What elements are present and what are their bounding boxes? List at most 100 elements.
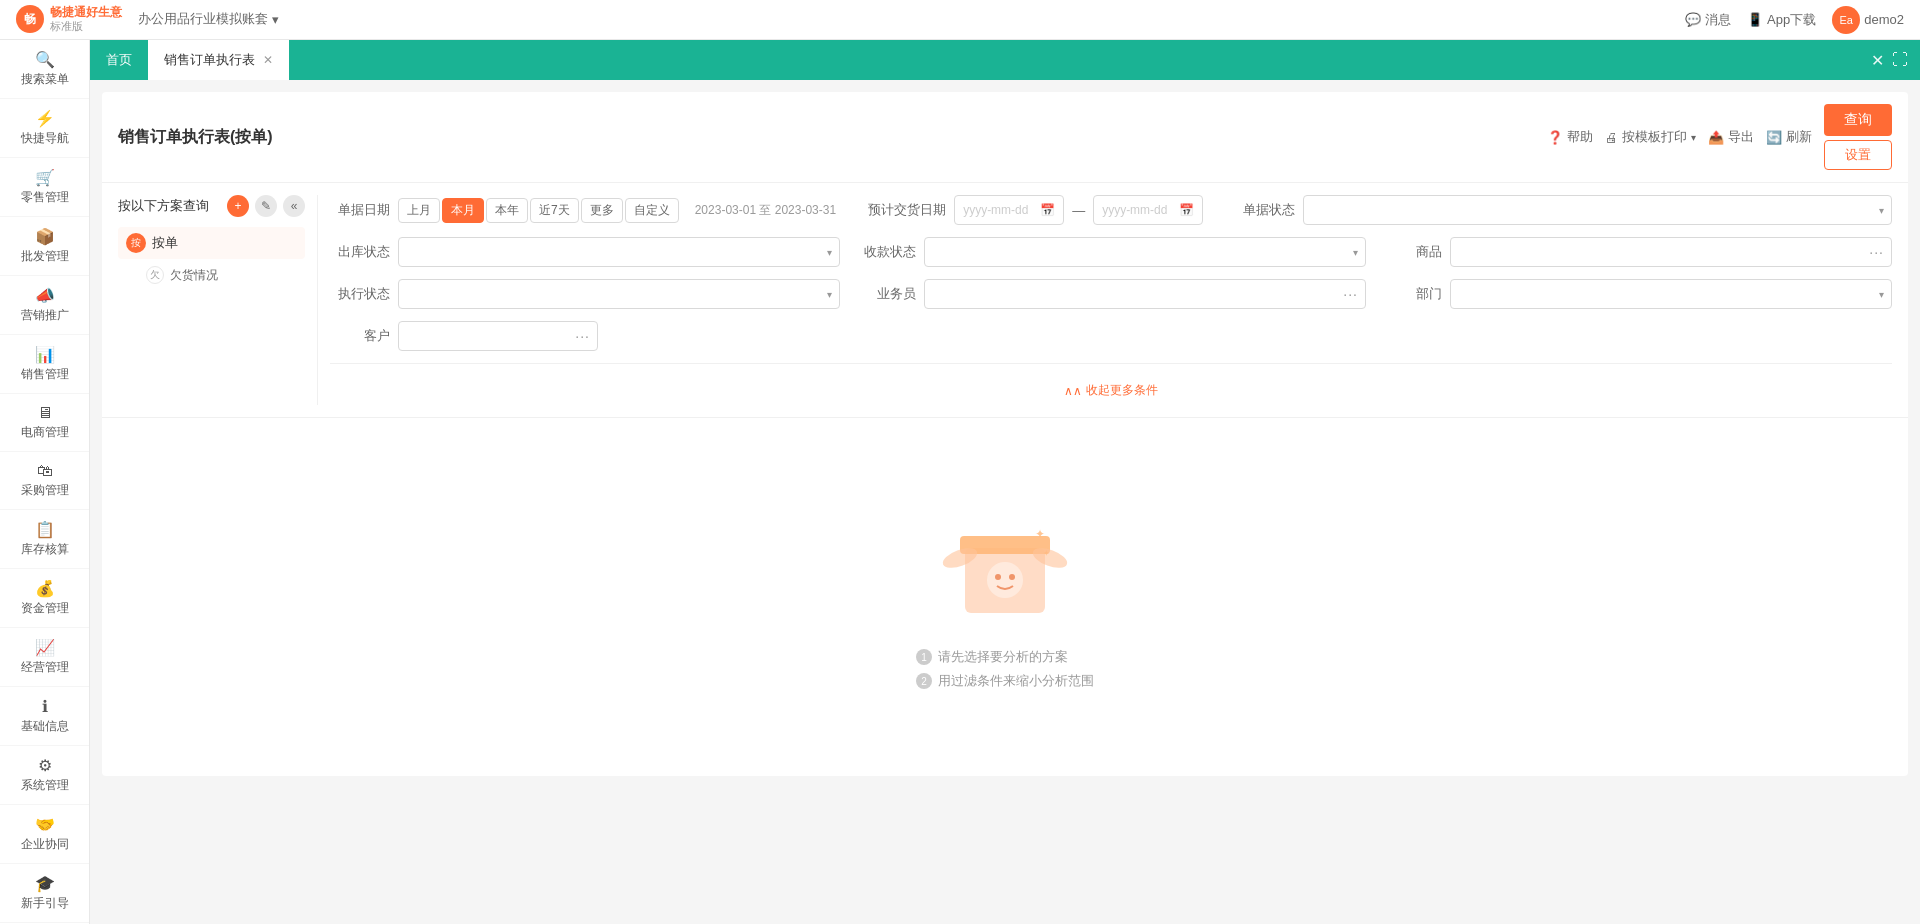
- svg-point-4: [987, 562, 1023, 598]
- receipt-status-field: 收款状态 ▾: [856, 237, 1366, 267]
- query-button[interactable]: 查询: [1824, 104, 1892, 136]
- date-btn-last-month[interactable]: 上月: [398, 198, 440, 223]
- sidebar-item-label: 零售管理: [4, 189, 85, 206]
- expected-date-start[interactable]: yyyy-mm-dd 📅: [954, 195, 1064, 225]
- filter-item-by-order[interactable]: 按 按单: [118, 227, 305, 259]
- tab-sales-exec[interactable]: 销售订单执行表 ✕: [148, 40, 289, 80]
- doc-status-chevron-icon: ▾: [1879, 205, 1884, 216]
- industry-label: 办公用品行业模拟账套: [138, 10, 268, 28]
- collapse-up-icon: ∧∧: [1064, 384, 1082, 398]
- export-label: 导出: [1728, 128, 1754, 146]
- user-menu[interactable]: Ea demo2: [1832, 6, 1904, 34]
- filter-collapse-button[interactable]: «: [283, 195, 305, 217]
- sidebar-item-operations[interactable]: 📈 经营管理: [0, 628, 89, 687]
- sidebar-item-search[interactable]: 🔍 搜索菜单: [0, 40, 89, 99]
- purchase-icon: 🛍: [4, 462, 85, 480]
- sidebar-item-system[interactable]: ⚙ 系统管理: [0, 746, 89, 805]
- filter-panel: 按以下方案查询 + ✎ «: [102, 183, 1908, 418]
- tab-expand-icon[interactable]: ⛶: [1892, 51, 1908, 69]
- sidebar-item-sales[interactable]: 📊 销售管理: [0, 335, 89, 394]
- print-chevron-icon: ▾: [1691, 132, 1696, 143]
- header-right: 💬 消息 📱 App下载 Ea demo2: [1685, 6, 1904, 34]
- sidebar-item-label: 搜索菜单: [4, 71, 85, 88]
- sidebar-item-newbie[interactable]: 🎓 新手引导: [0, 864, 89, 923]
- date-range-text: 2023-03-01 至 2023-03-31: [695, 202, 836, 219]
- sidebar-item-basic[interactable]: ℹ 基础信息: [0, 687, 89, 746]
- exec-status-field: 执行状态 ▾: [330, 279, 840, 309]
- sidebar-item-marketing[interactable]: 📣 营销推广: [0, 276, 89, 335]
- filter-sidebar-header: 按以下方案查询 + ✎ «: [118, 195, 305, 217]
- sidebar-item-label: 采购管理: [4, 482, 85, 499]
- filter-item-icon-by-order: 按: [126, 233, 146, 253]
- sidebar-item-quick-nav[interactable]: ⚡ 快捷导航: [0, 99, 89, 158]
- date-btn-this-year[interactable]: 本年: [486, 198, 528, 223]
- salesperson-input[interactable]: ···: [924, 279, 1366, 309]
- tab-close-icon[interactable]: ✕: [263, 53, 273, 67]
- retail-icon: 🛒: [4, 168, 85, 187]
- app-download-label: App下载: [1767, 11, 1816, 29]
- salesperson-label: 业务员: [856, 285, 916, 303]
- date-btn-last-7[interactable]: 近7天: [530, 198, 579, 223]
- header-left: 畅 畅捷通好生意 标准版 办公用品行业模拟账套 ▾: [16, 5, 287, 34]
- help-button[interactable]: ❓ 帮助: [1547, 128, 1593, 146]
- filter-edit-button[interactable]: ✎: [255, 195, 277, 217]
- top-header: 畅 畅捷通好生意 标准版 办公用品行业模拟账套 ▾ 💬 消息 📱 App下载 E…: [0, 0, 1920, 40]
- filter-item-text-by-order: 按单: [152, 234, 178, 252]
- help-icon: ❓: [1547, 130, 1563, 145]
- tab-close-all-icon[interactable]: ✕: [1871, 51, 1884, 70]
- msg-button[interactable]: 💬 消息: [1685, 11, 1731, 29]
- app-download-button[interactable]: 📱 App下载: [1747, 11, 1816, 29]
- msg-label: 消息: [1705, 11, 1731, 29]
- sidebar-item-ecommerce[interactable]: 🖥 电商管理: [0, 394, 89, 452]
- sidebar-item-inventory[interactable]: 📋 库存核算: [0, 510, 89, 569]
- sidebar-item-purchase[interactable]: 🛍 采购管理: [0, 452, 89, 510]
- export-button[interactable]: 📤 导出: [1708, 128, 1754, 146]
- collapse-button[interactable]: ∧∧ 收起更多条件: [330, 376, 1892, 405]
- industry-selector[interactable]: 办公用品行业模拟账套 ▾: [130, 6, 287, 32]
- empty-hint-1: 1 请先选择要分析的方案: [916, 648, 1094, 666]
- empty-hint-2: 2 用过滤条件来缩小分析范围: [916, 672, 1094, 690]
- goods-field: 商品 ···: [1382, 237, 1892, 267]
- receipt-status-select[interactable]: ▾: [924, 237, 1366, 267]
- hint-text-1: 请先选择要分析的方案: [938, 648, 1068, 666]
- sidebar-item-enterprise[interactable]: 🤝 企业协同: [0, 805, 89, 864]
- date-btn-this-month[interactable]: 本月: [442, 198, 484, 223]
- out-status-select[interactable]: ▾: [398, 237, 840, 267]
- sidebar-item-label: 销售管理: [4, 366, 85, 383]
- sidebar-item-label: 营销推广: [4, 307, 85, 324]
- svg-point-6: [1009, 574, 1015, 580]
- expected-date-end[interactable]: yyyy-mm-dd 📅: [1093, 195, 1203, 225]
- logo-sub: 标准版: [50, 19, 122, 34]
- salesperson-select-wrapper: ···: [924, 279, 1366, 309]
- salesperson-field: 业务员 ···: [856, 279, 1366, 309]
- content-area: 首页 销售订单执行表 ✕ ✕ ⛶ 销售订单执行表(按单) ❓: [90, 40, 1920, 924]
- doc-status-select-wrapper: ▾: [1303, 195, 1892, 225]
- sidebar-item-finance[interactable]: 💰 资金管理: [0, 569, 89, 628]
- edit-icon: ✎: [261, 199, 271, 213]
- department-select[interactable]: ▾: [1450, 279, 1892, 309]
- filter-sub-item-shortage[interactable]: 欠 欠货情况: [118, 261, 305, 289]
- tab-home[interactable]: 首页: [90, 40, 148, 80]
- settings-button[interactable]: 设置: [1824, 140, 1892, 170]
- customer-dots-icon: ···: [575, 328, 590, 344]
- filter-add-button[interactable]: +: [227, 195, 249, 217]
- user-name: demo2: [1864, 12, 1904, 27]
- template-print-button[interactable]: 🖨 按模板打印 ▾: [1605, 128, 1696, 146]
- page-actions: ❓ 帮助 🖨 按模板打印 ▾ 📤 导出 🔄: [1547, 104, 1892, 170]
- customer-label: 客户: [330, 327, 390, 345]
- doc-status-select[interactable]: ▾: [1303, 195, 1892, 225]
- expected-date-field: 预计交货日期 yyyy-mm-dd 📅 — yyyy-mm-dd 📅: [868, 195, 1203, 225]
- customer-input[interactable]: ···: [398, 321, 598, 351]
- sidebar-item-wholesale[interactable]: 📦 批发管理: [0, 217, 89, 276]
- date-btn-custom[interactable]: 自定义: [625, 198, 679, 223]
- refresh-button[interactable]: 🔄 刷新: [1766, 128, 1812, 146]
- receipt-status-label: 收款状态: [856, 243, 916, 261]
- goods-input[interactable]: ···: [1450, 237, 1892, 267]
- exec-status-select[interactable]: ▾: [398, 279, 840, 309]
- sidebar-item-retail[interactable]: 🛒 零售管理: [0, 158, 89, 217]
- date-btn-more[interactable]: 更多: [581, 198, 623, 223]
- ecommerce-icon: 🖥: [4, 404, 85, 422]
- receipt-status-chevron-icon: ▾: [1353, 247, 1358, 258]
- tab-bar-actions: ✕ ⛶: [1871, 51, 1920, 70]
- goods-select-wrapper: ···: [1450, 237, 1892, 267]
